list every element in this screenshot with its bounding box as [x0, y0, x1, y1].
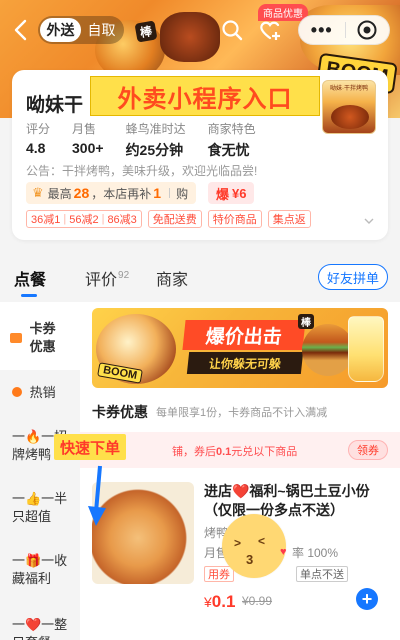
stat-feature: 商家特色 食无忧: [208, 120, 256, 160]
banner-subtitle: 让你躲无可躲: [186, 352, 304, 374]
claim-coupon-button[interactable]: 领券: [348, 440, 388, 460]
coupon-text: 铺，券后0.1元兑以下商品: [172, 443, 297, 459]
search-icon[interactable]: [220, 18, 244, 42]
crown-icon: ♛: [32, 185, 44, 200]
tab-reviews[interactable]: 评价92: [85, 266, 129, 290]
favorite-add-icon[interactable]: [258, 18, 282, 42]
promo-special-items[interactable]: 特价商品: [207, 210, 262, 228]
stat-value: 约25分钟: [125, 142, 184, 158]
section-desc: 每单限享1份，卡券商品不计入满减: [156, 407, 328, 419]
kiss-emoji-sticker: > < 3 ♥: [222, 514, 287, 578]
banner-burger-image: [302, 324, 354, 376]
product-name: 进店❤️福利~锅巴土豆小份（仅限一份多点不送）: [204, 483, 370, 518]
more-icon[interactable]: •••: [299, 20, 345, 41]
sidebar-item-hot[interactable]: 热销: [0, 384, 80, 402]
sidebar-item-half-duck[interactable]: 一👍一半 只超值: [0, 490, 80, 526]
product-tag-coupon: 用券: [204, 566, 234, 582]
promo-tags: 36减1 | 56减2 | 86减3 免配送费 特价商品 集点返: [26, 210, 311, 228]
banner-hao-sticker: 棒: [298, 314, 314, 329]
tab-pickup[interactable]: 自取: [81, 18, 122, 42]
active-tab-indicator: [21, 294, 37, 297]
store-info-card: 呦妹干 外卖小程序入口 呦妹·干拌烤鸭 评分 4.8 月售 300+ 蜂鸟准时达…: [12, 70, 388, 240]
store-stats: 评分 4.8 月售 300+ 蜂鸟准时达 约25分钟 商家特色 食无忧: [26, 120, 278, 160]
product-price: ¥0.1: [204, 592, 235, 612]
product-original-price: ¥0.99: [242, 594, 273, 608]
emoji-eye-right: <: [258, 534, 266, 548]
store-logo-text: 呦妹·干拌烤鸭: [330, 86, 368, 92]
promo-discount-tiers[interactable]: 36减1 | 56减2 | 86减3: [26, 210, 142, 228]
reward-middle: ，本店再补: [91, 186, 152, 201]
miniprogram-entry-banner[interactable]: 外卖小程序入口: [90, 76, 320, 116]
discount-tier: 36减1: [31, 214, 61, 226]
miniprogram-capsule: •••: [298, 15, 390, 45]
store-notice[interactable]: 公告：干拌烤鸭，美味升级，欢迎光临品尝!: [26, 162, 326, 179]
emoji-mouth: 3: [246, 552, 254, 567]
top-bar: 外送 自取 商品优惠 •••: [0, 4, 400, 48]
reward-prefix: 最高: [47, 186, 72, 201]
chevron-down-icon[interactable]: [364, 213, 374, 224]
stat-monthly-sales: 月售 300+: [72, 120, 104, 160]
emoji-eye-left: >: [234, 536, 242, 550]
stat-rating: 评分 4.8: [26, 120, 50, 160]
sidebar-item-favorites[interactable]: 一🎁一收 藏福利: [0, 552, 80, 588]
store-logo-food: [331, 105, 369, 129]
sidebar-item-label: 卡券 优惠: [29, 321, 56, 354]
fast-order-label: 快速下单: [54, 434, 127, 460]
sidebar-item-label: 热销: [29, 385, 56, 400]
coupon-text-a: 铺，券后: [172, 446, 216, 458]
reward-divider: [169, 188, 171, 198]
coupon-badge: 商品优惠: [258, 4, 308, 21]
coupon-icon: [10, 333, 22, 343]
heart-icon: ♥: [280, 546, 287, 558]
stat-label: 月售: [72, 122, 97, 136]
arrow-down-icon: [88, 464, 112, 528]
menu-content: 爆价出击 让你躲无可躲 棒 BOOM 卡券优惠 每单限享1份，卡券商品不计入满减…: [80, 302, 400, 640]
banner-title: 爆价出击: [182, 320, 306, 350]
stat-delivery-time: 蜂鸟准时达 约25分钟: [126, 120, 186, 160]
store-logo[interactable]: 呦妹·干拌烤鸭: [322, 80, 376, 134]
tab-delivery[interactable]: 外送: [40, 18, 81, 42]
group-order-button[interactable]: 好友拼单: [318, 264, 388, 290]
add-to-cart-button[interactable]: +: [356, 588, 378, 610]
stat-label: 评分: [26, 122, 51, 136]
main-tabs: 点餐 评价92 商家 好友拼单: [0, 252, 400, 298]
stat-value: 食无忧: [207, 142, 250, 158]
discount-tier: 86减3: [107, 214, 137, 226]
red-packet-amount: ¥6: [232, 185, 247, 201]
stat-label: 蜂鸟准时达: [125, 122, 186, 136]
tab-merchant[interactable]: 商家: [156, 266, 188, 290]
reward-amount: 28: [73, 185, 90, 201]
promo-free-delivery[interactable]: 免配送费: [147, 210, 202, 228]
discount-tier: 56减2: [69, 214, 99, 226]
tab-reviews-label: 评价: [85, 272, 118, 289]
banner-drink-image: [348, 316, 384, 382]
reward-buy: 购: [176, 186, 189, 201]
member-reward[interactable]: ♛ 最高 28 ，本店再补 1 购: [26, 182, 197, 204]
tab-order[interactable]: 点餐: [14, 266, 46, 290]
red-packet-badge[interactable]: 爆 ¥6: [208, 182, 255, 204]
promo-banner[interactable]: 爆价出击 让你躲无可躲 棒 BOOM: [92, 308, 388, 388]
stat-value: 300+: [72, 140, 104, 156]
red-packet-icon: 爆: [216, 186, 230, 202]
sidebar-item-coupons[interactable]: 卡券 优惠: [0, 302, 80, 370]
delivery-mode-switch: 外送 自取: [38, 16, 124, 44]
coupon-row: 铺，券后0.1元兑以下商品 领券: [80, 432, 400, 468]
coupon-text-c: 元兑以下商品: [231, 446, 298, 458]
coupon-text-b: 0.1: [216, 446, 232, 458]
price-value: 0.1: [211, 592, 236, 611]
stat-label: 商家特色: [207, 122, 256, 136]
reward-count: 1: [153, 185, 162, 201]
sidebar-item-whole-set[interactable]: 一❤️一整 只套餐: [0, 616, 80, 640]
tab-reviews-count: 92: [118, 270, 130, 281]
price-symbol: ¥: [204, 594, 212, 610]
stat-value: 4.8: [26, 140, 46, 156]
back-icon[interactable]: [10, 16, 34, 44]
section-title: 卡券优惠: [92, 404, 148, 420]
close-target-icon[interactable]: [345, 19, 389, 41]
flame-icon: [12, 387, 22, 397]
promo-points[interactable]: 集点返: [267, 210, 311, 228]
category-sidebar: 卡券 优惠 热销 一🔥一招 牌烤鸭 一👍一半 只超值 一🎁一收 藏福利 一❤️一…: [0, 302, 80, 640]
product-tag-not-single: 单点不送: [296, 566, 348, 582]
product-rate: 率 100%: [292, 546, 339, 560]
